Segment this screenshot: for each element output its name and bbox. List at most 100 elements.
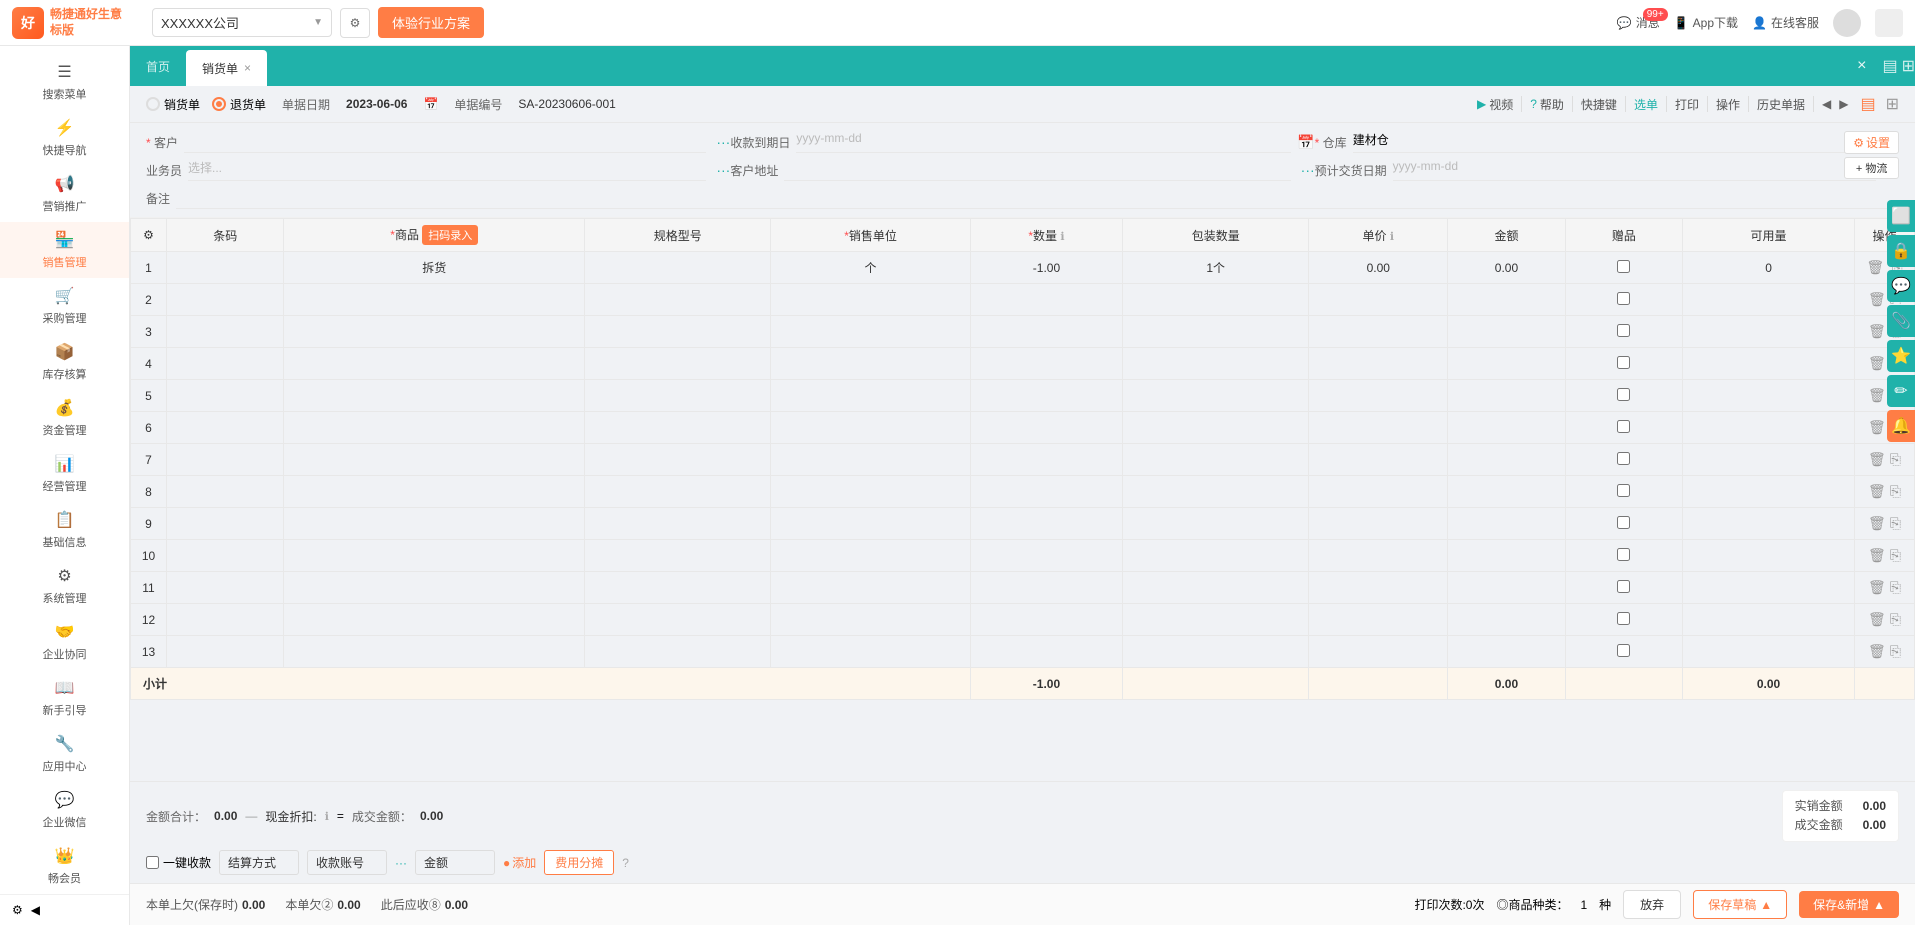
gift-checkbox-9[interactable]	[1617, 516, 1630, 529]
customer-addr-input[interactable]	[784, 159, 1290, 181]
tab-close-main-icon[interactable]: ×	[1857, 57, 1866, 75]
experience-button[interactable]: 体验行业方案	[378, 7, 484, 38]
customer-input[interactable]	[184, 131, 706, 153]
delete-row-5[interactable]: 🗑	[1866, 385, 1888, 406]
float-btn-1[interactable]: ⬜	[1887, 200, 1915, 232]
copy-row-9[interactable]: ⎘	[1888, 513, 1903, 534]
delete-row-3[interactable]: 🗑	[1866, 321, 1888, 342]
view-toggle-list-icon[interactable]: ▤	[1860, 94, 1875, 114]
gift-checkbox-4[interactable]	[1617, 356, 1630, 369]
add-payment-button[interactable]: ● 添加	[503, 854, 536, 871]
copy-row-10[interactable]: ⎘	[1888, 545, 1903, 566]
expected-date-input[interactable]: yyyy-mm-dd	[1393, 159, 1876, 181]
th-setting[interactable]: ⚙	[131, 219, 167, 252]
list-view-icon[interactable]: ▤	[1882, 56, 1897, 76]
delete-row-4[interactable]: 🗑	[1866, 353, 1888, 374]
save-draft-button[interactable]: 保存草稿 ▲	[1693, 890, 1787, 919]
delete-row-11[interactable]: 🗑	[1866, 577, 1888, 598]
tab-close-icon[interactable]: ×	[244, 61, 251, 75]
history-btn[interactable]: 历史单据	[1757, 96, 1805, 113]
due-date-input[interactable]: yyyy-mm-dd	[796, 131, 1291, 153]
gift-checkbox-11[interactable]	[1617, 580, 1630, 593]
float-btn-5[interactable]: ⭐	[1887, 340, 1915, 372]
row-pkg-qty-1[interactable]: 1个	[1123, 252, 1309, 284]
expense-split-button[interactable]: 费用分摊	[544, 850, 614, 875]
sidebar-item-marketing[interactable]: 📢 营销推广	[0, 166, 129, 222]
gift-checkbox-3[interactable]	[1617, 324, 1630, 337]
sidebar-item-guide[interactable]: 📖 新手引导	[0, 670, 129, 726]
delete-row-10[interactable]: 🗑	[1866, 545, 1888, 566]
sidebar-item-purchase[interactable]: 🛒 采购管理	[0, 278, 129, 334]
operate-btn[interactable]: 操作	[1716, 96, 1740, 113]
row-gift-1[interactable]	[1565, 252, 1682, 284]
sidebar-item-quick-nav[interactable]: ⚡ 快捷导航	[0, 110, 129, 166]
calendar-icon[interactable]: 📅	[423, 97, 438, 111]
due-date-calendar-icon[interactable]: 📅	[1297, 134, 1314, 151]
remarks-input[interactable]	[176, 187, 1899, 209]
nav-prev-icon[interactable]: ◀	[1822, 97, 1831, 111]
gift-checkbox-12[interactable]	[1617, 612, 1630, 625]
sidebar-item-basics[interactable]: 📋 基础信息	[0, 502, 129, 558]
salesperson-dots-icon[interactable]: ···	[716, 162, 730, 178]
sidebar-collapse-icon[interactable]: ◀	[31, 903, 40, 917]
online-service-button[interactable]: 👤 在线客服	[1752, 14, 1819, 31]
expense-help-icon[interactable]: ?	[622, 856, 629, 870]
row-unit-1[interactable]: 个	[771, 252, 971, 284]
gift-checkbox-6[interactable]	[1617, 420, 1630, 433]
float-btn-7[interactable]: 🔔	[1887, 410, 1915, 442]
cash-discount-help-icon[interactable]: ℹ	[325, 810, 329, 823]
warehouse-input[interactable]: 建材仓	[1353, 131, 1875, 153]
print-btn[interactable]: 打印	[1675, 96, 1699, 113]
delete-row-9[interactable]: 🗑	[1866, 513, 1888, 534]
copy-row-13[interactable]: ⎘	[1888, 641, 1903, 662]
view-toggle-grid-icon[interactable]: ⊞	[1886, 94, 1899, 114]
delete-row-7[interactable]: 🗑	[1866, 449, 1888, 470]
video-btn[interactable]: ▶ 视频	[1477, 96, 1513, 113]
sidebar-item-system[interactable]: ⚙ 系统管理	[0, 558, 129, 614]
account-dots-icon[interactable]: ···	[395, 856, 407, 870]
radio-sales-order[interactable]: 销货单	[146, 96, 200, 113]
avatar[interactable]	[1833, 9, 1861, 37]
grid-view-icon[interactable]: ⊞	[1902, 56, 1915, 76]
nav-next-icon[interactable]: ▶	[1839, 97, 1848, 111]
delete-row-button-1[interactable]: 🗑	[1864, 257, 1886, 278]
float-btn-4[interactable]: 📎	[1887, 305, 1915, 337]
copy-row-12[interactable]: ⎘	[1888, 609, 1903, 630]
help-btn[interactable]: ? 帮助	[1530, 96, 1564, 113]
tab-sales-order[interactable]: 销货单 ×	[186, 50, 267, 86]
one-click-pay-checkbox[interactable]: 一键收款	[146, 854, 211, 871]
pay-method-select[interactable]: 结算方式	[219, 850, 299, 875]
select-btn[interactable]: 选单	[1634, 96, 1658, 113]
qty-help-icon[interactable]: ℹ	[1060, 231, 1064, 243]
radio-return-order[interactable]: 退货单	[212, 96, 266, 113]
copy-row-11[interactable]: ⎘	[1888, 577, 1903, 598]
save-new-button[interactable]: 保存&新增 ▲	[1799, 891, 1899, 918]
sidebar-item-inventory[interactable]: 📦 库存核算	[0, 334, 129, 390]
float-btn-3[interactable]: 💬	[1887, 270, 1915, 302]
sidebar-item-finance[interactable]: 💰 资金管理	[0, 390, 129, 446]
salesperson-input[interactable]: 选择...	[188, 159, 706, 181]
gift-checkbox-8[interactable]	[1617, 484, 1630, 497]
scan-button[interactable]: 扫码录入	[422, 225, 478, 245]
sidebar-item-search[interactable]: ☰ 搜索菜单	[0, 54, 129, 110]
float-btn-2[interactable]: 🔒	[1887, 235, 1915, 267]
shortcut-btn[interactable]: 快捷键	[1581, 96, 1617, 113]
delete-row-2[interactable]: 🗑	[1866, 289, 1888, 310]
price-help-icon[interactable]: ℹ	[1390, 231, 1394, 243]
row-barcode-1[interactable]	[167, 252, 284, 284]
sidebar-settings-icon[interactable]: ⚙	[12, 903, 23, 917]
delete-row-8[interactable]: 🗑	[1866, 481, 1888, 502]
sidebar-item-cooperation[interactable]: 🤝 企业协同	[0, 614, 129, 670]
one-click-pay-input[interactable]	[146, 856, 159, 869]
avatar-menu[interactable]	[1875, 9, 1903, 37]
abandon-button[interactable]: 放弃	[1623, 890, 1681, 919]
amount-field[interactable]: 金额	[415, 850, 495, 875]
app-download-button[interactable]: 📱 App下载	[1674, 14, 1738, 31]
sidebar-item-wechat[interactable]: 💬 企业微信	[0, 782, 129, 838]
settings-icon[interactable]: ⚙	[340, 8, 370, 38]
row-product-1[interactable]: 拆货	[284, 252, 585, 284]
float-btn-6[interactable]: ✏	[1887, 375, 1915, 407]
delete-row-12[interactable]: 🗑	[1866, 609, 1888, 630]
logistics-button[interactable]: + 物流	[1844, 157, 1899, 179]
row-spec-1[interactable]	[585, 252, 771, 284]
